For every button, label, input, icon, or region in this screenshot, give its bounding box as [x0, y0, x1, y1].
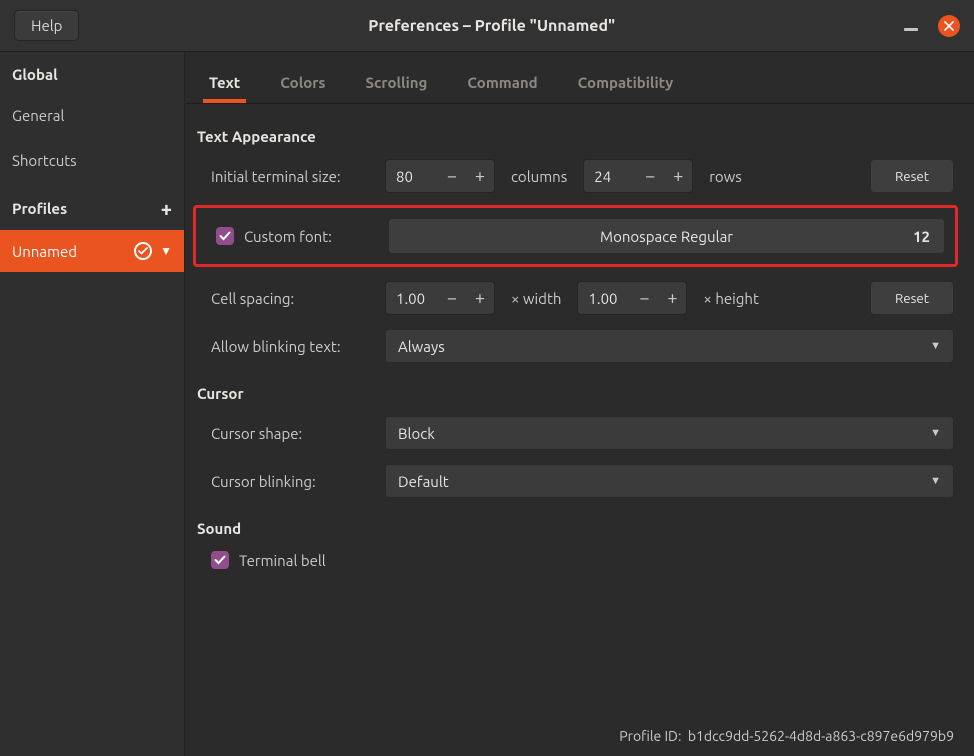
blinking-text-select[interactable]: Always ▼ — [385, 329, 954, 363]
tabs: Text Colors Scrolling Command Compatibil… — [185, 52, 974, 104]
initial-size-label: Initial terminal size: — [197, 168, 375, 185]
cursor-shape-row: Cursor shape: Block ▼ — [197, 416, 954, 450]
custom-font-checkbox[interactable] — [216, 227, 234, 245]
width-increment[interactable]: + — [466, 289, 494, 307]
custom-font-row: Custom font: Monospace Regular 12 — [193, 205, 958, 267]
columns-unit: columns — [505, 168, 573, 185]
profile-menu-caret-icon[interactable]: ▼ — [160, 244, 172, 258]
sidebar: Global General Shortcuts Profiles + Unna… — [0, 52, 185, 756]
sidebar-profile-label: Unnamed — [12, 243, 77, 260]
sidebar-item-general[interactable]: General — [0, 93, 184, 138]
cell-spacing-row: Cell spacing: 1.00 − + × width 1.00 − + … — [197, 281, 954, 315]
cursor-shape-select[interactable]: Block ▼ — [385, 416, 954, 450]
rows-stepper[interactable]: 24 − + — [583, 159, 693, 193]
chevron-down-icon: ▼ — [930, 340, 941, 352]
tab-content: Text Appearance Initial terminal size: 8… — [185, 104, 974, 716]
window-controls — [904, 15, 960, 37]
cell-spacing-label: Cell spacing: — [197, 290, 375, 307]
profile-id-label: Profile ID: — [619, 728, 681, 744]
main-panel: Text Colors Scrolling Command Compatibil… — [185, 52, 974, 756]
profile-id-value: b1dcc9dd-5262-4d8d-a863-c897e6d979b9 — [688, 728, 954, 744]
cursor-shape-label: Cursor shape: — [197, 425, 375, 442]
cursor-blinking-select[interactable]: Default ▼ — [385, 464, 954, 498]
text-appearance-header: Text Appearance — [197, 128, 954, 145]
reset-size-button[interactable]: Reset — [870, 159, 954, 193]
cursor-blinking-label: Cursor blinking: — [197, 473, 375, 490]
custom-font-label: Custom font: — [244, 228, 332, 245]
sidebar-item-shortcuts[interactable]: Shortcuts — [0, 138, 184, 183]
minimize-button[interactable] — [904, 28, 918, 31]
rows-value: 24 — [584, 168, 636, 185]
blinking-text-value: Always — [398, 338, 445, 355]
columns-stepper[interactable]: 80 − + — [385, 159, 495, 193]
height-increment[interactable]: + — [658, 289, 686, 307]
close-button[interactable] — [938, 15, 960, 37]
columns-value: 80 — [386, 168, 438, 185]
font-size: 12 — [913, 228, 930, 245]
window-title: Preferences – Profile "Unnamed" — [79, 17, 904, 35]
terminal-bell-row: Terminal bell — [197, 551, 954, 569]
footer: Profile ID: b1dcc9dd-5262-4d8d-a863-c897… — [185, 716, 974, 756]
rows-unit: rows — [703, 168, 765, 185]
default-profile-icon — [134, 242, 152, 260]
height-stepper[interactable]: 1.00 − + — [577, 281, 687, 315]
sound-header: Sound — [197, 520, 954, 537]
sidebar-global-header: Global — [0, 52, 184, 93]
columns-decrement[interactable]: − — [438, 167, 466, 185]
sidebar-profiles-header: Profiles + — [0, 183, 184, 230]
rows-decrement[interactable]: − — [636, 167, 664, 185]
tab-colors[interactable]: Colors — [274, 60, 331, 103]
height-unit: × height — [697, 290, 764, 307]
tab-command[interactable]: Command — [461, 60, 543, 103]
sidebar-profile-unnamed[interactable]: Unnamed ▼ — [0, 230, 184, 272]
cursor-blinking-row: Cursor blinking: Default ▼ — [197, 464, 954, 498]
tab-scrolling[interactable]: Scrolling — [360, 60, 434, 103]
rows-increment[interactable]: + — [664, 167, 692, 185]
add-profile-button[interactable]: + — [161, 197, 172, 220]
columns-increment[interactable]: + — [466, 167, 494, 185]
font-chooser-button[interactable]: Monospace Regular 12 — [388, 218, 945, 254]
font-name: Monospace Regular — [600, 228, 733, 245]
tab-compatibility[interactable]: Compatibility — [572, 60, 680, 103]
chevron-down-icon: ▼ — [930, 475, 941, 487]
cursor-header: Cursor — [197, 385, 954, 402]
terminal-bell-checkbox[interactable] — [211, 551, 229, 569]
blinking-text-row: Allow blinking text: Always ▼ — [197, 329, 954, 363]
width-decrement[interactable]: − — [438, 289, 466, 307]
width-unit: × width — [505, 290, 567, 307]
blinking-text-label: Allow blinking text: — [197, 338, 375, 355]
tab-text[interactable]: Text — [203, 60, 246, 103]
help-menu-button[interactable]: Help — [14, 10, 79, 41]
reset-spacing-button[interactable]: Reset — [870, 281, 954, 315]
sidebar-profiles-label: Profiles — [12, 200, 67, 217]
titlebar: Help Preferences – Profile "Unnamed" — [0, 0, 974, 52]
height-decrement[interactable]: − — [630, 289, 658, 307]
chevron-down-icon: ▼ — [930, 427, 941, 439]
width-stepper[interactable]: 1.00 − + — [385, 281, 495, 315]
height-value: 1.00 — [578, 290, 630, 307]
terminal-bell-label: Terminal bell — [239, 552, 326, 569]
width-value: 1.00 — [386, 290, 438, 307]
cursor-blinking-value: Default — [398, 473, 449, 490]
cursor-shape-value: Block — [398, 425, 435, 442]
initial-terminal-size-row: Initial terminal size: 80 − + columns 24… — [197, 159, 954, 193]
